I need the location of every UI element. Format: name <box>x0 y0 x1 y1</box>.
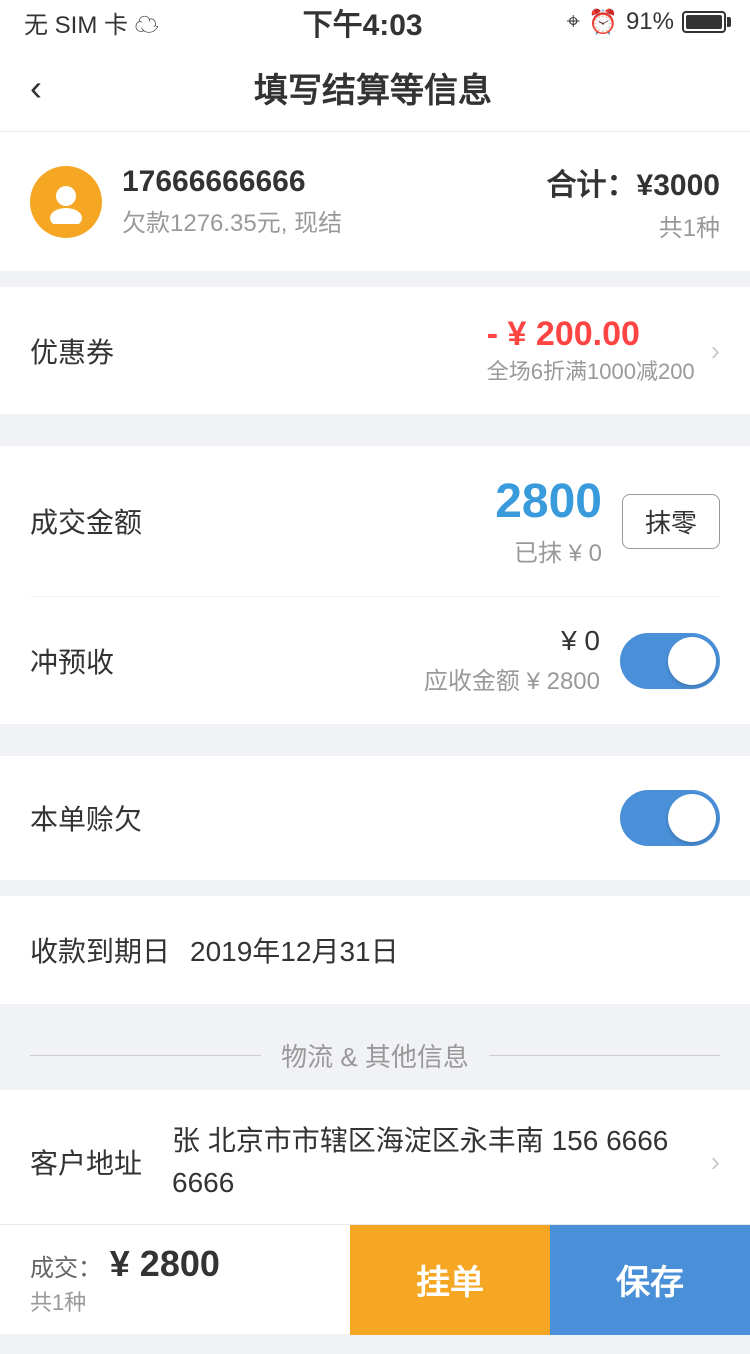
status-left: 无 SIM 卡 ☁ <box>24 5 159 40</box>
logistics-hr-left <box>30 1055 261 1056</box>
deal-amount-col: 2800 已抹 ¥ 0 <box>495 474 602 568</box>
bottom-amount: ¥ 2800 <box>110 1243 220 1284</box>
customer-card: 17666666666 欠款1276.35元, 现结 合计：¥3000 共1种 <box>0 132 750 271</box>
logistics-hr-right <box>489 1055 720 1056</box>
debt-label: 本单赊欠 <box>30 798 142 838</box>
address-row[interactable]: 客户地址 张 北京市市辖区海淀区永丰南 156 6666 6666 › <box>30 1090 720 1234</box>
status-time: 下午4:03 <box>303 0 423 44</box>
status-right: ⌖ ⏰ 91% <box>567 8 726 37</box>
back-button[interactable]: ‹ <box>30 67 62 109</box>
prepaid-amount-col: ¥ 0 应收金额 ¥ 2800 <box>424 625 600 696</box>
customer-phone: 17666666666 <box>122 165 342 199</box>
coupon-row[interactable]: 优惠券 - ¥ 200.00 全场6折满1000减200 › <box>0 287 750 414</box>
customer-right: 合计：¥3000 共1种 <box>547 160 720 243</box>
sim-label: 无 SIM 卡 ☁ <box>24 5 159 40</box>
due-row: 收款到期日 2019年12月31日 <box>30 896 720 1004</box>
due-date: 2019年12月31日 <box>190 930 399 970</box>
status-bar: 无 SIM 卡 ☁ 下午4:03 ⌖ ⏰ 91% <box>0 0 750 44</box>
content: 17666666666 欠款1276.35元, 现结 合计：¥3000 共1种 … <box>0 132 750 1354</box>
alarm-icon: ⏰ <box>588 8 618 37</box>
deal-amount-row: 成交金额 2800 已抹 ¥ 0 抹零 <box>30 446 720 597</box>
avatar <box>30 166 102 238</box>
logistics-line: 物流 & 其他信息 <box>0 1037 750 1074</box>
page-title: 填写结算等信息 <box>62 63 684 112</box>
coupon-desc: 全场6折满1000减200 <box>487 354 695 386</box>
address-section: 客户地址 张 北京市市辖区海淀区永丰南 156 6666 6666 › <box>0 1090 750 1234</box>
coupon-right: - ¥ 200.00 全场6折满1000减200 › <box>487 315 720 386</box>
debt-toggle[interactable] <box>620 790 720 846</box>
chevron-right-icon: › <box>711 335 720 367</box>
logistics-separator: 物流 & 其他信息 <box>0 1020 750 1090</box>
deal-right: 2800 已抹 ¥ 0 抹零 <box>495 474 720 568</box>
prepaid-label: 冲预收 <box>30 641 114 681</box>
prepaid-amount: ¥ 0 <box>424 625 600 657</box>
save-button[interactable]: 保存 <box>550 1225 750 1335</box>
address-value: 张 北京市市辖区海淀区永丰南 156 6666 6666 <box>172 1120 705 1204</box>
bottom-deal-label: 成交： <box>30 1255 102 1282</box>
deal-number: 2800 <box>495 474 602 529</box>
due-label: 收款到期日 <box>30 930 170 970</box>
bottom-summary: 成交： ¥ 2800 共1种 <box>0 1243 350 1317</box>
address-label: 客户地址 <box>30 1142 142 1182</box>
customer-sub: 欠款1276.35元, 现结 <box>122 203 342 238</box>
section-separator-2 <box>0 724 750 740</box>
coupon-discount: - ¥ 200.00 <box>487 315 695 354</box>
prepaid-right: ¥ 0 应收金额 ¥ 2800 <box>424 625 720 696</box>
due-section: 收款到期日 2019年12月31日 <box>0 896 750 1004</box>
battery-label: 91% <box>626 8 674 36</box>
debt-toggle-knob <box>668 794 716 842</box>
customer-left: 17666666666 欠款1276.35元, 现结 <box>30 165 342 238</box>
hold-button[interactable]: 挂单 <box>350 1225 550 1335</box>
nav-bar: ‹ 填写结算等信息 <box>0 44 750 132</box>
total-amount: 合计：¥3000 <box>547 160 720 204</box>
coupon-label: 优惠券 <box>30 331 114 371</box>
battery-icon <box>682 11 726 33</box>
deal-sub: 已抹 ¥ 0 <box>495 533 602 568</box>
customer-info: 17666666666 欠款1276.35元, 现结 <box>122 165 342 238</box>
total-count: 共1种 <box>547 208 720 243</box>
round-button[interactable]: 抹零 <box>622 494 720 549</box>
debt-row: 本单赊欠 <box>30 756 720 880</box>
logistics-label: 物流 & 其他信息 <box>281 1037 469 1074</box>
section-separator <box>0 430 750 446</box>
bottom-bar: 成交： ¥ 2800 共1种 挂单 保存 <box>0 1224 750 1334</box>
prepaid-row: 冲预收 ¥ 0 应收金额 ¥ 2800 <box>30 597 720 724</box>
prepaid-sub: 应收金额 ¥ 2800 <box>424 661 600 696</box>
deal-section: 成交金额 2800 已抹 ¥ 0 抹零 冲预收 ¥ 0 应收金额 ¥ 2800 <box>0 446 750 724</box>
prepaid-toggle[interactable] <box>620 633 720 689</box>
bottom-count: 共1种 <box>30 1285 320 1317</box>
location-icon: ⌖ <box>567 8 581 36</box>
address-chevron-icon: › <box>711 1146 720 1178</box>
toggle-knob <box>668 637 716 685</box>
bottom-deal-row: 成交： ¥ 2800 <box>30 1243 320 1285</box>
deal-amount-label: 成交金额 <box>30 501 142 541</box>
debt-section: 本单赊欠 <box>0 756 750 880</box>
